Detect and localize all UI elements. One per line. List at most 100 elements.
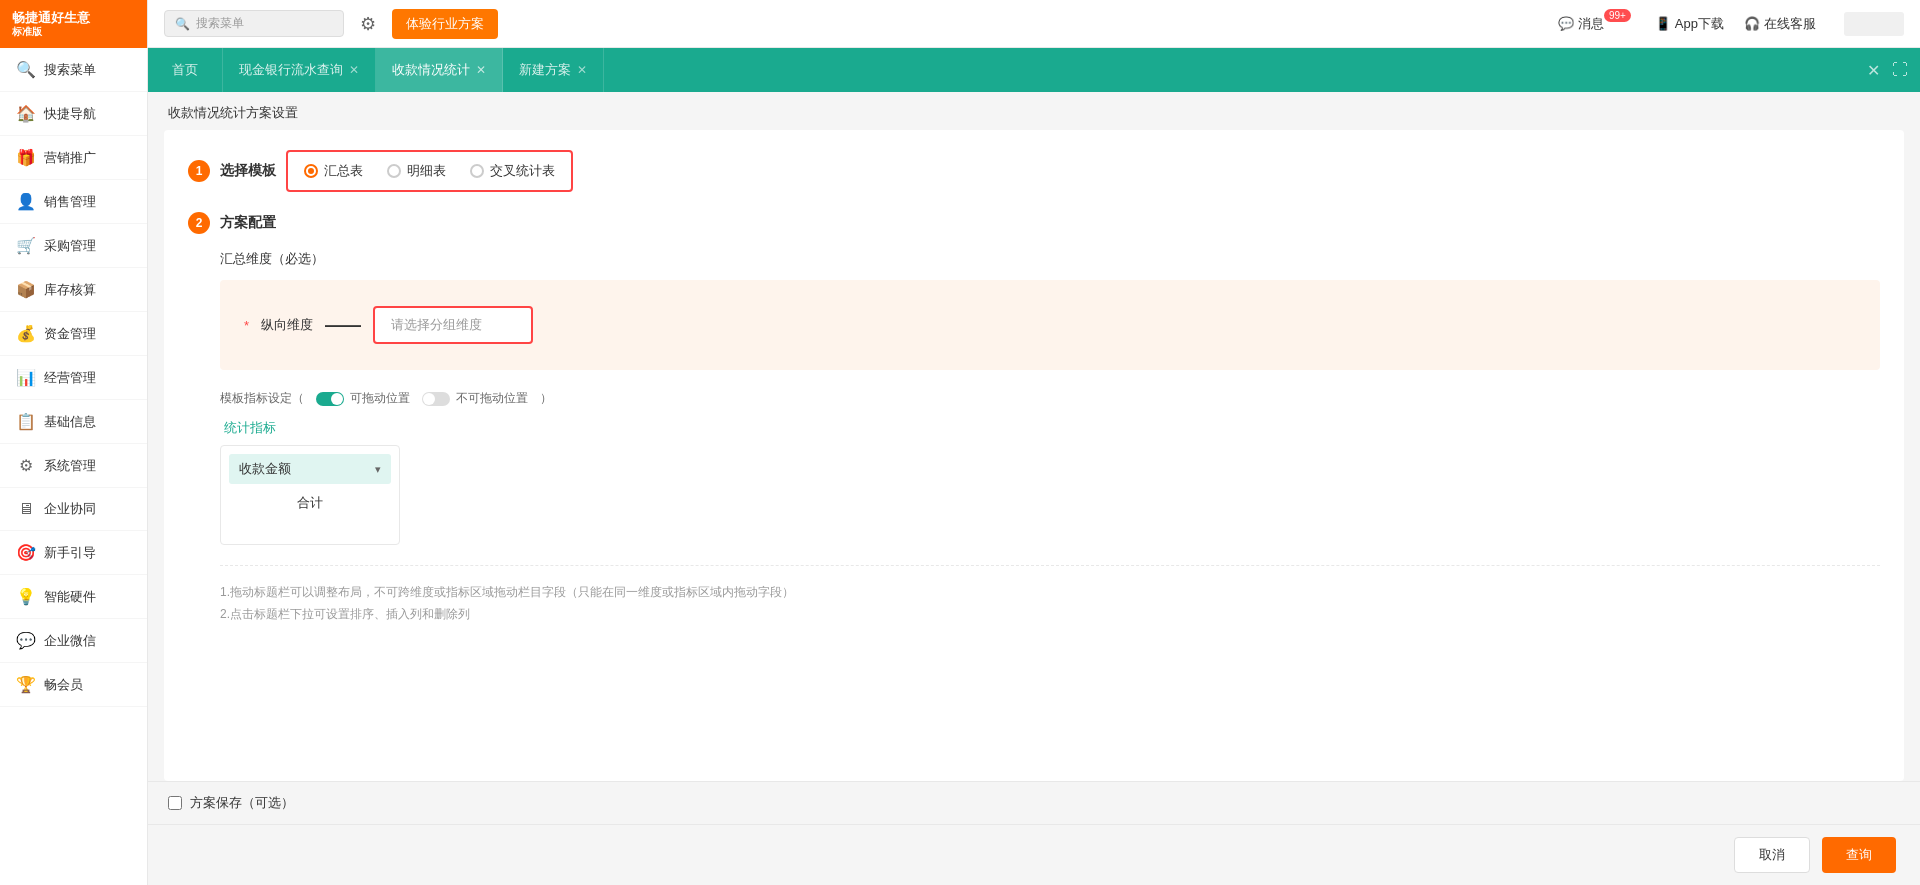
step2-title: 方案配置 [220, 214, 276, 232]
sidebar-item-label: 库存核算 [44, 281, 96, 299]
sidebar-item-system[interactable]: ⚙ 系统管理 [0, 444, 147, 488]
user-avatar[interactable] [1844, 12, 1904, 36]
step1-header: 1 选择模板 汇总表 明细表 [188, 150, 1880, 192]
query-button[interactable]: 查询 [1822, 837, 1896, 873]
clipboard-icon: 📋 [16, 412, 36, 431]
dimension-input[interactable]: 请选择分组维度 [373, 306, 533, 344]
search-bar[interactable]: 🔍 搜索菜单 [164, 10, 344, 37]
cart-icon: 🛒 [16, 236, 36, 255]
sidebar-item-search[interactable]: 🔍 搜索菜单 [0, 48, 147, 92]
money-icon: 💰 [16, 324, 36, 343]
box-icon: 📦 [16, 280, 36, 299]
metric-item-revenue[interactable]: 收款金额 ▾ [229, 454, 391, 484]
step1-title: 选择模板 [220, 162, 276, 180]
sidebar-item-label: 企业微信 [44, 632, 96, 650]
radio-cross-dot [470, 164, 484, 178]
topbar-right: 💬 消息 99+ 📱 App下载 🎧 在线客服 [1558, 12, 1904, 36]
tab-receipts-label: 收款情况统计 [392, 61, 470, 79]
radio-detail-label: 明细表 [407, 162, 446, 180]
settings-icon[interactable]: ⚙ [360, 13, 376, 35]
search-icon: 🔍 [16, 60, 36, 79]
sidebar-item-label: 营销推广 [44, 149, 96, 167]
vertical-dimension-label: 纵向维度 [261, 316, 313, 334]
sidebar-item-finance[interactable]: 💰 资金管理 [0, 312, 147, 356]
download-icon: 📱 [1655, 16, 1671, 31]
sidebar-item-member[interactable]: 🏆 畅会员 [0, 663, 147, 707]
sidebar-item-basic[interactable]: 📋 基础信息 [0, 400, 147, 444]
sidebar-header: 畅捷通好生意 标准版 [0, 0, 147, 48]
radio-detail[interactable]: 明细表 [387, 162, 446, 180]
tab-newplan-label: 新建方案 [519, 61, 571, 79]
save-section: 方案保存（可选） [148, 781, 1920, 824]
sidebar-item-wechat[interactable]: 💬 企业微信 [0, 619, 147, 663]
toggle-fixed-switch[interactable] [422, 392, 450, 406]
dimension-section-label: 汇总维度（必选） [220, 250, 1880, 268]
sidebar-item-label: 资金管理 [44, 325, 96, 343]
metric-dropdown-icon[interactable]: ▾ [375, 463, 381, 476]
save-label: 方案保存（可选） [190, 794, 294, 812]
topbar: 🔍 搜索菜单 ⚙ 体验行业方案 💬 消息 99+ 📱 App下载 🎧 在线客服 [148, 0, 1920, 48]
hardware-icon: 💡 [16, 587, 36, 606]
toggle-draggable-label: 可拖动位置 [350, 390, 410, 407]
tab-receipts[interactable]: 收款情况统计 ✕ [376, 48, 503, 92]
sidebar-item-label: 系统管理 [44, 457, 96, 475]
gift-icon: 🎁 [16, 148, 36, 167]
home-icon: 🏠 [16, 104, 36, 123]
toggle-fixed[interactable]: 不可拖动位置 [422, 390, 528, 407]
dimension-row: * 纵向维度 —— 请选择分组维度 [244, 306, 533, 344]
sidebar-item-inventory[interactable]: 📦 库存核算 [0, 268, 147, 312]
tab-receipts-close[interactable]: ✕ [476, 63, 486, 77]
radio-summary[interactable]: 汇总表 [304, 162, 363, 180]
save-checkbox[interactable] [168, 796, 182, 810]
tab-newplan[interactable]: 新建方案 ✕ [503, 48, 604, 92]
tab-cashflow[interactable]: 现金银行流水查询 ✕ [223, 48, 376, 92]
sidebar-item-hardware[interactable]: 💡 智能硬件 [0, 575, 147, 619]
dimension-placeholder: 请选择分组维度 [391, 317, 482, 332]
tab-home[interactable]: 首页 [148, 48, 223, 92]
close-window-icon[interactable]: ✕ [1867, 61, 1880, 80]
notification-item[interactable]: 💬 消息 99+ [1558, 15, 1635, 33]
monitor-icon: 🖥 [16, 500, 36, 518]
notification-badge: 99+ [1604, 9, 1631, 22]
sidebar-item-label: 采购管理 [44, 237, 96, 255]
cancel-button[interactable]: 取消 [1734, 837, 1810, 873]
download-item[interactable]: 📱 App下载 [1655, 15, 1724, 33]
radio-detail-dot [387, 164, 401, 178]
target-icon: 🎯 [16, 543, 36, 562]
sidebar-item-label: 新手引导 [44, 544, 96, 562]
toggle-fixed-label: 不可拖动位置 [456, 390, 528, 407]
tip-2: 2.点击标题栏下拉可设置排序、插入列和删除列 [220, 607, 470, 621]
sidebar-item-marketing[interactable]: 🎁 营销推广 [0, 136, 147, 180]
service-item[interactable]: 🎧 在线客服 [1744, 15, 1816, 33]
step2-header: 2 方案配置 [188, 212, 1880, 234]
sidebar-item-quicknav[interactable]: 🏠 快捷导航 [0, 92, 147, 136]
sidebar-item-guide[interactable]: 🎯 新手引导 [0, 531, 147, 575]
sidebar-item-operation[interactable]: 📊 经营管理 [0, 356, 147, 400]
sidebar-item-label: 企业协同 [44, 500, 96, 518]
metrics-label-prefix: 模板指标设定（ [220, 390, 304, 407]
page-title: 收款情况统计方案设置 [148, 92, 1920, 130]
required-asterisk: * [244, 318, 249, 333]
search-placeholder: 搜索菜单 [196, 15, 244, 32]
industry-btn[interactable]: 体验行业方案 [392, 9, 498, 39]
page-content: 收款情况统计方案设置 1 选择模板 汇总表 明细表 [148, 92, 1920, 885]
tab-cashflow-close[interactable]: ✕ [349, 63, 359, 77]
sidebar-item-enterprise[interactable]: 🖥 企业协同 [0, 488, 147, 531]
radio-cross[interactable]: 交叉统计表 [470, 162, 555, 180]
toggle-draggable-switch[interactable] [316, 392, 344, 406]
sidebar-item-sales[interactable]: 👤 销售管理 [0, 180, 147, 224]
person-icon: 👤 [16, 192, 36, 211]
sidebar: 畅捷通好生意 标准版 🔍 搜索菜单 🏠 快捷导航 🎁 营销推广 👤 销售管理 🛒… [0, 0, 148, 885]
sidebar-item-purchase[interactable]: 🛒 采购管理 [0, 224, 147, 268]
metrics-label-suffix: ） [540, 390, 552, 407]
metrics-title: 统计指标 [220, 419, 1880, 437]
toggle-draggable[interactable]: 可拖动位置 [316, 390, 410, 407]
tabbar: 首页 现金银行流水查询 ✕ 收款情况统计 ✕ 新建方案 ✕ ✕ ⛶ [148, 48, 1920, 92]
tab-cashflow-label: 现金银行流水查询 [239, 61, 343, 79]
step1-section: 1 选择模板 汇总表 明细表 [188, 150, 1880, 192]
tab-newplan-close[interactable]: ✕ [577, 63, 587, 77]
expand-window-icon[interactable]: ⛶ [1892, 61, 1908, 79]
step2-badge: 2 [188, 212, 210, 234]
tab-home-label: 首页 [172, 61, 198, 79]
sidebar-item-label: 智能硬件 [44, 588, 96, 606]
